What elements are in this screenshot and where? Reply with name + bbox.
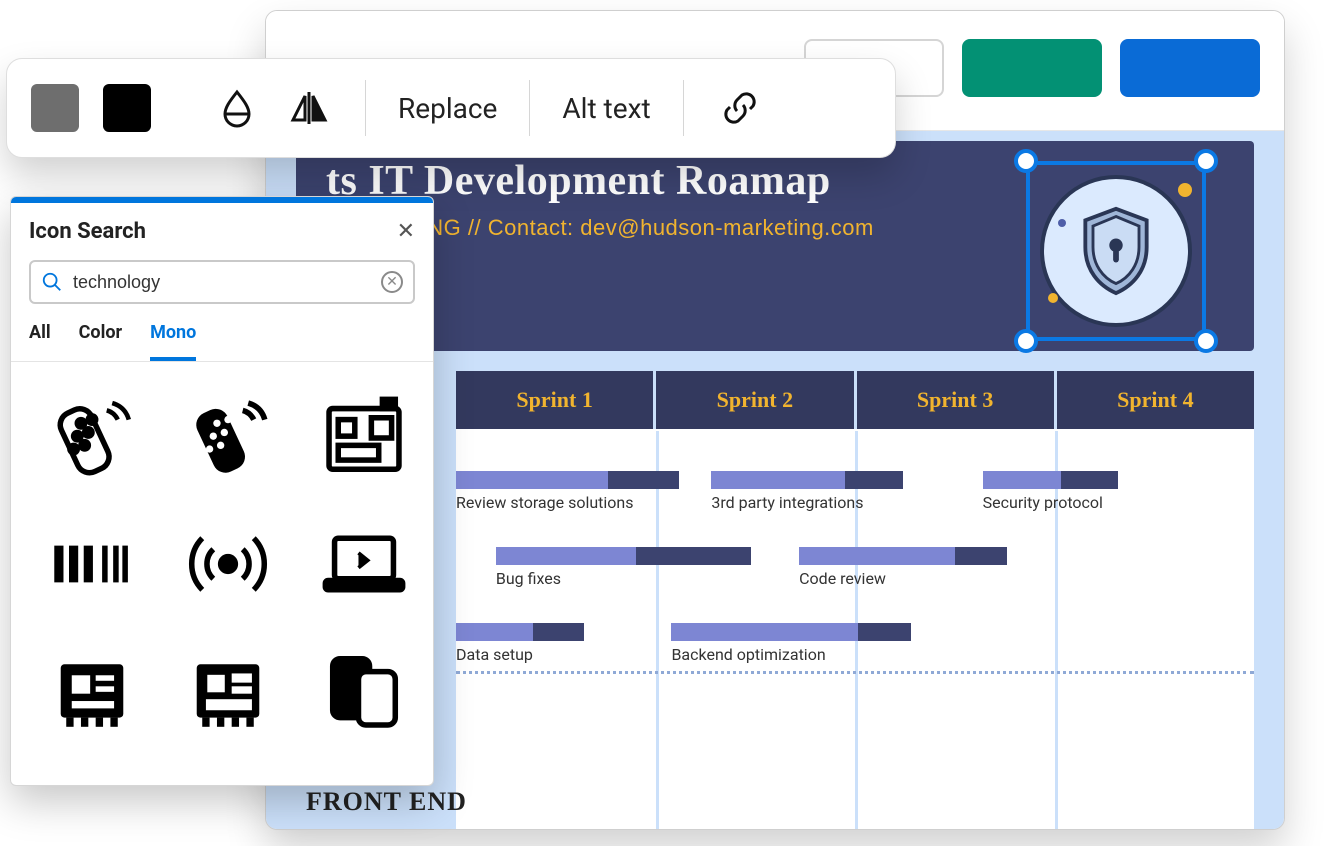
resize-handle-tr[interactable] <box>1194 149 1218 173</box>
topbar-primary-button[interactable] <box>962 39 1102 97</box>
sprint-header-row: Sprint 1 Sprint 2 Sprint 3 Sprint 4 <box>456 371 1254 429</box>
search-icon <box>41 271 63 293</box>
alttext-button[interactable]: Alt text <box>562 92 650 125</box>
circuit-board-icon[interactable] <box>309 388 419 488</box>
replace-button[interactable]: Replace <box>398 92 497 125</box>
barcode-icon[interactable] <box>37 514 147 614</box>
task-bar[interactable]: Bug fixes <box>496 547 751 565</box>
context-toolbar: Replace Alt text <box>6 58 896 158</box>
resize-handle-bl[interactable] <box>1014 329 1038 353</box>
close-icon[interactable]: ✕ <box>397 219 415 244</box>
opacity-icon[interactable] <box>213 84 261 132</box>
task-bar[interactable]: Security protocol <box>983 471 1119 489</box>
roadmap-header: ts IT Development Roamap MARKETING // Co… <box>296 141 1254 351</box>
sprint-header-1: Sprint 1 <box>456 371 656 429</box>
search-field[interactable]: ✕ <box>29 260 415 304</box>
task-label: Backend optimization <box>671 645 825 664</box>
remote-solid-icon[interactable] <box>173 388 283 488</box>
task-area: Review storage solutions 3rd party integr… <box>456 471 1254 829</box>
section-label-front-end: FRONT END <box>306 787 467 817</box>
task-label: Review storage solutions <box>456 493 634 512</box>
clear-search-icon[interactable]: ✕ <box>381 271 403 293</box>
section-divider <box>456 671 1254 674</box>
task-label: Code review <box>799 569 886 588</box>
selection-frame <box>1026 161 1206 341</box>
task-bar[interactable]: 3rd party integrations <box>711 471 903 489</box>
task-bar[interactable]: Backend optimization <box>671 623 910 641</box>
topbar-secondary-button[interactable] <box>1120 39 1260 97</box>
task-bar[interactable]: Data setup <box>456 623 584 641</box>
sprint-header-4: Sprint 4 <box>1057 371 1254 429</box>
color-swatch-primary[interactable] <box>103 84 151 132</box>
sprint-header-2: Sprint 2 <box>656 371 856 429</box>
remote-outline-icon[interactable] <box>37 388 147 488</box>
color-swatch-secondary[interactable] <box>31 84 79 132</box>
sprint-header-3: Sprint 3 <box>857 371 1057 429</box>
task-label: Security protocol <box>983 493 1103 512</box>
task-label: Bug fixes <box>496 569 561 588</box>
selected-graphic[interactable] <box>1026 161 1206 341</box>
resize-handle-br[interactable] <box>1194 329 1218 353</box>
resize-handle-tl[interactable] <box>1014 149 1038 173</box>
icon-results-grid <box>11 362 433 766</box>
chip-detailed-icon[interactable] <box>173 640 283 740</box>
roadmap-board: Sprint 1 Sprint 2 Sprint 3 Sprint 4 Revi… <box>456 371 1254 829</box>
search-input[interactable] <box>73 272 371 293</box>
devices-icon[interactable] <box>309 640 419 740</box>
chip-solid-icon[interactable] <box>37 640 147 740</box>
panel-title: Icon Search <box>29 219 146 244</box>
tab-color[interactable]: Color <box>79 322 122 361</box>
task-bar[interactable]: Review storage solutions <box>456 471 679 489</box>
wireless-signal-icon[interactable] <box>173 514 283 614</box>
task-label: Data setup <box>456 645 533 664</box>
link-icon[interactable] <box>716 84 764 132</box>
icon-search-panel: Icon Search ✕ ✕ All Color Mono <box>10 196 434 786</box>
filter-tabs: All Color Mono <box>11 306 433 362</box>
tab-all[interactable]: All <box>29 322 51 361</box>
tab-mono[interactable]: Mono <box>150 322 196 361</box>
task-bar[interactable]: Code review <box>799 547 1006 565</box>
flip-icon[interactable] <box>285 84 333 132</box>
laptop-icon[interactable] <box>309 514 419 614</box>
task-label: 3rd party integrations <box>711 493 863 512</box>
